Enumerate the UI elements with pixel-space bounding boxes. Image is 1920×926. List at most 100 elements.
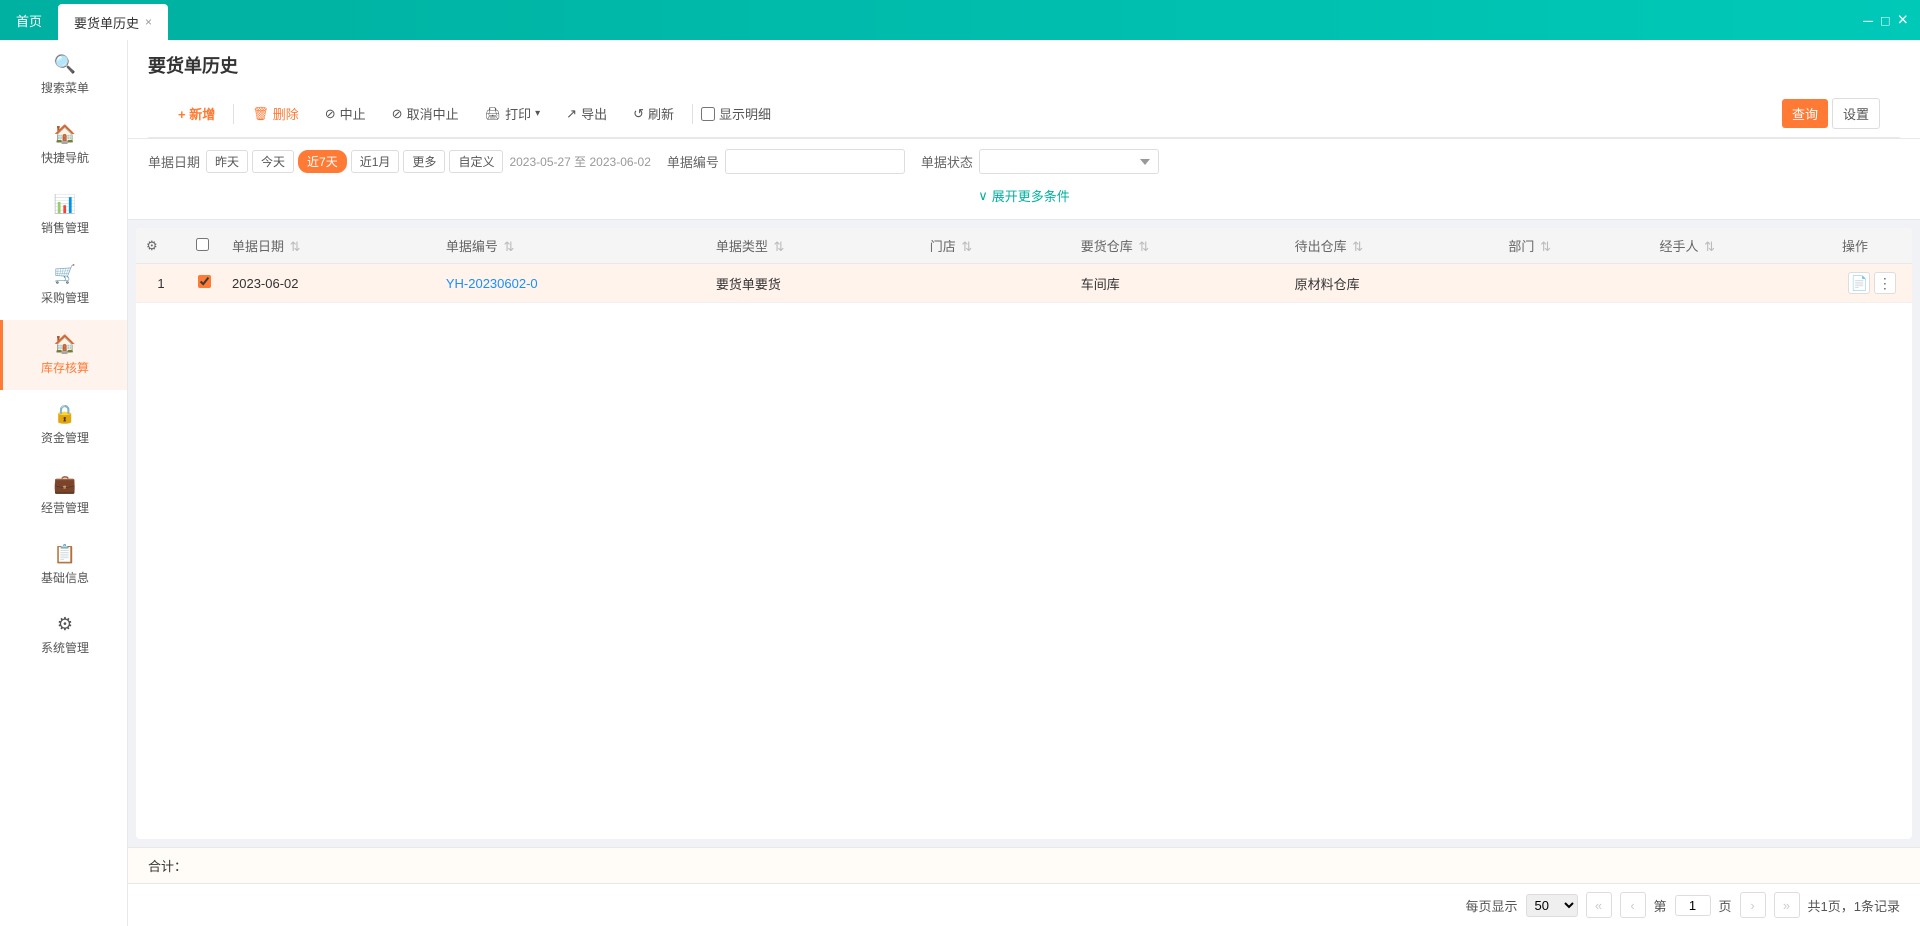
sort-handler-icon[interactable]: ⇅ xyxy=(1704,239,1715,254)
table-body: 1 2023-06-02 YH-20230602-0 要货单要货 车间库 原材料… xyxy=(136,264,1912,303)
tab-requisition-history[interactable]: 要货单历史 × xyxy=(58,4,168,40)
print-dropdown-icon: ▾ xyxy=(535,108,540,119)
finance-mgmt-icon: 🔒 xyxy=(54,404,76,425)
stop-button[interactable]: ⊘ 中止 xyxy=(315,99,376,128)
tab-home-label: 首页 xyxy=(16,11,42,30)
sidebar-item-sales-mgmt[interactable]: 📊 销售管理 xyxy=(0,180,127,250)
delete-button[interactable]: 🗑 删除 xyxy=(242,99,309,128)
date-btn-yesterday[interactable]: 昨天 xyxy=(206,150,248,173)
per-page-select[interactable]: 50 10 20 100 xyxy=(1526,894,1578,917)
table-header: ⚙ 单据日期 ⇅ 单据编号 ⇅ xyxy=(136,228,1912,264)
sort-store-icon[interactable]: ⇅ xyxy=(961,239,972,254)
quick-nav-icon: 🏠 xyxy=(54,124,76,145)
expand-conditions-button[interactable]: ∨ 展开更多条件 xyxy=(970,182,1078,209)
date-btn-more[interactable]: 更多 xyxy=(403,150,445,173)
sidebar-item-sys-mgmt-label: 系统管理 xyxy=(41,639,89,656)
sidebar-item-basic-info[interactable]: 📋 基础信息 xyxy=(0,530,127,600)
order-no-input[interactable] xyxy=(725,149,905,174)
minimize-icon[interactable]: ─ xyxy=(1863,12,1873,28)
td-date: 2023-06-02 xyxy=(222,264,436,303)
td-req-warehouse: 车间库 xyxy=(1071,264,1285,303)
display-detail-label[interactable]: 显示明细 xyxy=(701,104,771,123)
sidebar-item-purchase-mgmt[interactable]: 🛒 采购管理 xyxy=(0,250,127,320)
display-detail-checkbox[interactable] xyxy=(701,107,715,121)
first-page-btn[interactable]: « xyxy=(1586,892,1612,918)
content-area: 要货单历史 + 新增 🗑 删除 ⊘ 中止 ⊘ 取消中止 🖨 xyxy=(128,40,1920,926)
td-dept xyxy=(1498,264,1649,303)
refresh-icon: ↺ xyxy=(633,106,644,122)
window-close-icon[interactable]: × xyxy=(1897,10,1908,31)
th-type: 单据类型 ⇅ xyxy=(706,228,920,264)
td-pending-warehouse: 原材料仓库 xyxy=(1285,264,1499,303)
print-button[interactable]: 🖨 打印 ▾ xyxy=(475,99,551,128)
inventory-icon: 🏠 xyxy=(54,334,76,355)
toolbar: + 新增 🗑 删除 ⊘ 中止 ⊘ 取消中止 🖨 打印 ▾ xyxy=(148,90,1900,138)
th-gear: ⚙ xyxy=(136,228,186,264)
status-select[interactable] xyxy=(979,149,1159,174)
sort-no-icon[interactable]: ⇅ xyxy=(503,239,514,254)
pagination: 每页显示 50 10 20 100 « ‹ 第 页 › » 共1页，1条记录 xyxy=(128,883,1920,926)
date-btn-last1month[interactable]: 近1月 xyxy=(351,150,400,173)
search-menu-icon: 🔍 xyxy=(54,54,76,75)
sidebar-item-search-menu[interactable]: 🔍 搜索菜单 xyxy=(0,40,127,110)
new-button[interactable]: + 新增 xyxy=(168,99,225,128)
sort-date-icon[interactable]: ⇅ xyxy=(290,239,301,254)
filter-group-date: 单据日期 昨天 今天 近7天 近1月 更多 自定义 2023-05-27 至 2… xyxy=(148,150,651,173)
date-btn-today[interactable]: 今天 xyxy=(252,150,294,173)
td-no: YH-20230602-0 xyxy=(436,264,706,303)
tab-requisition-history-label: 要货单历史 xyxy=(74,13,139,32)
row-checkbox[interactable] xyxy=(198,275,211,288)
sales-mgmt-icon: 📊 xyxy=(54,194,76,215)
select-all-checkbox[interactable] xyxy=(196,238,209,251)
sort-type-icon[interactable]: ⇅ xyxy=(773,239,784,254)
page-input[interactable] xyxy=(1675,895,1711,916)
summary-label: 合计： xyxy=(148,856,187,875)
tab-close-icon[interactable]: × xyxy=(145,15,152,29)
next-page-btn[interactable]: › xyxy=(1740,892,1766,918)
delete-icon: 🗑 xyxy=(252,106,269,122)
cancel-stop-button[interactable]: ⊘ 取消中止 xyxy=(382,99,469,128)
sort-req-warehouse-icon[interactable]: ⇅ xyxy=(1138,239,1149,254)
date-btn-custom[interactable]: 自定义 xyxy=(449,150,503,173)
maximize-icon[interactable]: □ xyxy=(1881,12,1889,28)
sort-dept-icon[interactable]: ⇅ xyxy=(1540,239,1551,254)
sidebar-item-basic-info-label: 基础信息 xyxy=(41,569,89,586)
topbar-tabs: 首页 要货单历史 × xyxy=(0,0,168,40)
export-icon: ↗ xyxy=(566,106,577,122)
th-checkbox xyxy=(186,228,222,264)
sidebar-item-quick-nav[interactable]: 🏠 快捷导航 xyxy=(0,110,127,180)
cancel-stop-icon: ⊘ xyxy=(392,106,403,122)
td-ops: 📄 ⋮ xyxy=(1832,264,1912,303)
row-more-icon[interactable]: ⋮ xyxy=(1874,272,1896,294)
th-pending-warehouse: 待出仓库 ⇅ xyxy=(1285,228,1499,264)
last-page-btn[interactable]: » xyxy=(1774,892,1800,918)
gear-settings-icon[interactable]: ⚙ xyxy=(146,238,158,253)
sidebar-item-finance-mgmt[interactable]: 🔒 资金管理 xyxy=(0,390,127,460)
sort-pending-warehouse-icon[interactable]: ⇅ xyxy=(1352,239,1363,254)
sidebar-item-ops-mgmt-label: 经营管理 xyxy=(41,499,89,516)
query-button[interactable]: 查询 xyxy=(1782,99,1828,128)
refresh-button[interactable]: ↺ 刷新 xyxy=(623,99,684,128)
td-type: 要货单要货 xyxy=(706,264,920,303)
th-date: 单据日期 ⇅ xyxy=(222,228,436,264)
prev-page-btn[interactable]: ‹ xyxy=(1620,892,1646,918)
filter-area: 单据日期 昨天 今天 近7天 近1月 更多 自定义 2023-05-27 至 2… xyxy=(128,139,1920,220)
date-filter-label: 单据日期 xyxy=(148,152,200,171)
td-no-link[interactable]: YH-20230602-0 xyxy=(446,276,538,291)
page-header: 要货单历史 + 新增 🗑 删除 ⊘ 中止 ⊘ 取消中止 🖨 xyxy=(128,40,1920,139)
row-view-icon[interactable]: 📄 xyxy=(1848,272,1870,294)
total-info: 共1页，1条记录 xyxy=(1808,896,1900,915)
expand-icon: ∨ xyxy=(978,188,988,204)
tab-home[interactable]: 首页 xyxy=(0,0,58,40)
sidebar-item-sales-mgmt-label: 销售管理 xyxy=(41,219,89,236)
data-table: ⚙ 单据日期 ⇅ 单据编号 ⇅ xyxy=(136,228,1912,303)
td-handler xyxy=(1649,264,1832,303)
export-button[interactable]: ↗ 导出 xyxy=(556,99,617,128)
th-ops: 操作 xyxy=(1832,228,1912,264)
sidebar-item-inventory[interactable]: 🏠 库存核算 xyxy=(0,320,127,390)
sidebar-item-ops-mgmt[interactable]: 💼 经营管理 xyxy=(0,460,127,530)
sidebar-item-sys-mgmt[interactable]: ⚙ 系统管理 xyxy=(0,600,127,670)
stop-icon: ⊘ xyxy=(325,106,336,122)
date-btn-last7days[interactable]: 近7天 xyxy=(298,150,347,173)
settings-button[interactable]: 设置 xyxy=(1832,98,1880,129)
